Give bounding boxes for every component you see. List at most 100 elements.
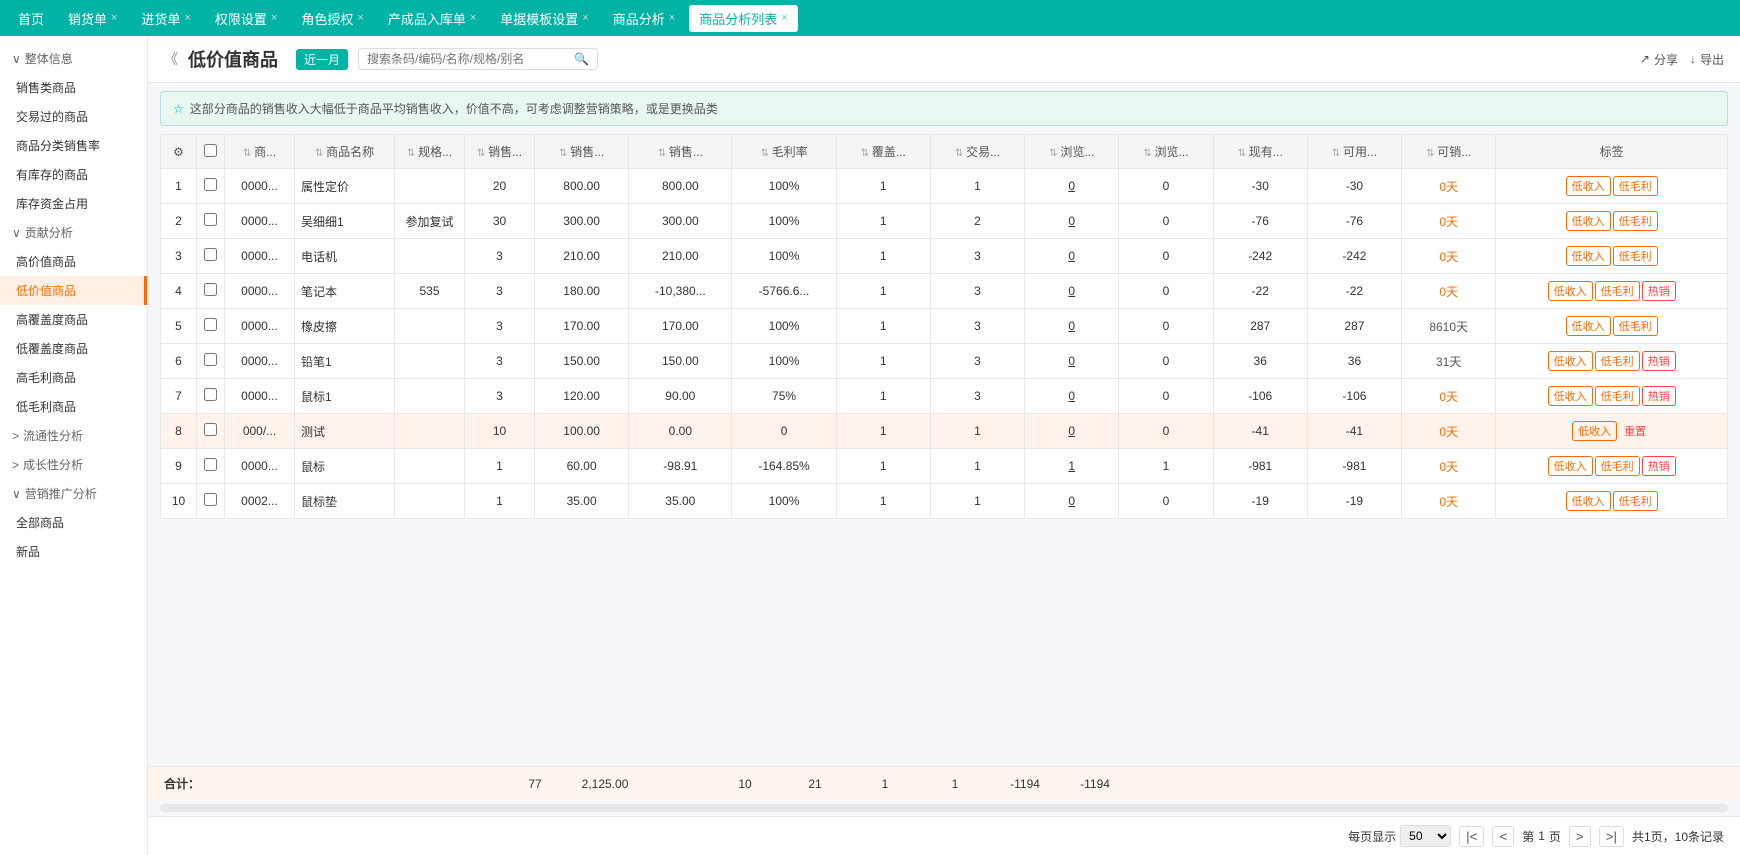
sidebar-item-stock-goods[interactable]: 有库存的商品	[0, 160, 147, 189]
row-checkbox[interactable]	[197, 379, 225, 414]
row-browse1[interactable]: 0	[1025, 379, 1119, 414]
nav-permission-close[interactable]: ×	[271, 12, 277, 24]
nav-home[interactable]: 首页	[8, 5, 54, 32]
nav-purchase[interactable]: 进货单 ×	[131, 5, 200, 32]
nav-goods-list-close[interactable]: ×	[781, 12, 787, 24]
row-browse1[interactable]: 0	[1025, 169, 1119, 204]
share-button[interactable]: ↗ 分享	[1640, 51, 1678, 68]
browse-link[interactable]: 0	[1068, 354, 1075, 368]
nav-sales[interactable]: 销货单 ×	[58, 5, 127, 32]
search-input[interactable]	[367, 52, 574, 66]
th-checkbox[interactable]	[197, 135, 225, 169]
row-checkbox[interactable]	[197, 274, 225, 309]
row-checkbox[interactable]	[197, 309, 225, 344]
browse-link[interactable]: 0	[1068, 249, 1075, 263]
nav-product-in[interactable]: 产成品入库单 ×	[378, 5, 486, 32]
row-checkbox[interactable]	[197, 449, 225, 484]
sidebar-item-sales-goods[interactable]: 销售类商品	[0, 73, 147, 102]
row-browse1[interactable]: 1	[1025, 449, 1119, 484]
sidebar-item-high-coverage[interactable]: 高覆盖度商品	[0, 305, 147, 334]
nav-sales-close[interactable]: ×	[111, 12, 117, 24]
time-badge[interactable]: 近一月	[296, 49, 348, 70]
row-browse1[interactable]: 0	[1025, 309, 1119, 344]
sidebar-item-category-rate[interactable]: 商品分类销售率	[0, 131, 147, 160]
row-margin: -164.85%	[732, 449, 836, 484]
row-browse1[interactable]: 0	[1025, 344, 1119, 379]
browse-link[interactable]: 0	[1068, 179, 1075, 193]
next-page-btn[interactable]: >	[1569, 826, 1591, 847]
row-select[interactable]	[204, 283, 217, 296]
row-sale1: 170.00	[535, 309, 629, 344]
sidebar-item-high-margin[interactable]: 高毛利商品	[0, 363, 147, 392]
row-browse1[interactable]: 0	[1025, 239, 1119, 274]
sidebar-item-traded-goods[interactable]: 交易过的商品	[0, 102, 147, 131]
sidebar-item-low-value[interactable]: 低价值商品	[0, 276, 147, 305]
browse-link[interactable]: 1	[1068, 459, 1075, 473]
nav-template[interactable]: 单据模板设置 ×	[490, 5, 598, 32]
prev-page-btn[interactable]: <	[1492, 826, 1514, 847]
last-page-btn[interactable]: >|	[1599, 826, 1624, 847]
row-browse1[interactable]: 0	[1025, 274, 1119, 309]
sidebar-group-overall[interactable]: ∨ 整体信息	[0, 44, 147, 73]
row-checkbox[interactable]	[197, 414, 225, 449]
row-select[interactable]	[204, 353, 217, 366]
sidebar-group-marketing[interactable]: ∨ 营销推广分析	[0, 479, 147, 508]
browse-link[interactable]: 0	[1068, 389, 1075, 403]
row-select[interactable]	[204, 213, 217, 226]
nav-goods-list[interactable]: 商品分析列表 ×	[689, 5, 797, 32]
sidebar-item-stock-capital[interactable]: 库存资金占用	[0, 189, 147, 218]
row-select[interactable]	[204, 178, 217, 191]
row-browse1[interactable]: 0	[1025, 414, 1119, 449]
sidebar-group-contribution[interactable]: ∨ 贡献分析	[0, 218, 147, 247]
nav-role-close[interactable]: ×	[357, 12, 363, 24]
browse-link[interactable]: 0	[1068, 284, 1075, 298]
sidebar-item-high-value[interactable]: 高价值商品	[0, 247, 147, 276]
browse-link[interactable]: 0	[1068, 214, 1075, 228]
nav-product-in-close[interactable]: ×	[470, 12, 476, 24]
row-num: 8	[161, 414, 197, 449]
row-select[interactable]	[204, 318, 217, 331]
row-select[interactable]	[204, 458, 217, 471]
browse-link[interactable]: 0	[1068, 424, 1075, 438]
row-stock1: -41	[1213, 414, 1307, 449]
nav-template-close[interactable]: ×	[582, 12, 588, 24]
search-icon[interactable]: 🔍	[574, 52, 589, 66]
row-checkbox[interactable]	[197, 484, 225, 519]
nav-permission[interactable]: 权限设置 ×	[205, 5, 287, 32]
row-spec	[395, 379, 465, 414]
nav-purchase-close[interactable]: ×	[184, 12, 190, 24]
sidebar-item-low-coverage[interactable]: 低覆盖度商品	[0, 334, 147, 363]
row-select[interactable]	[204, 423, 217, 436]
browse-link[interactable]: 0	[1068, 494, 1075, 508]
sidebar-group-flow[interactable]: > 流通性分析	[0, 421, 147, 450]
row-sale1: 150.00	[535, 344, 629, 379]
row-browse1[interactable]: 0	[1025, 484, 1119, 519]
per-page-select[interactable]: 50 100 200	[1400, 825, 1451, 847]
row-cover: 1	[836, 449, 930, 484]
row-select[interactable]	[204, 248, 217, 261]
nav-goods-analysis-close[interactable]: ×	[669, 12, 675, 24]
row-num: 6	[161, 344, 197, 379]
pagination: 每页显示 50 100 200 |< < 第 1 页 > >| 共1页，10条记…	[148, 816, 1740, 855]
first-page-btn[interactable]: |<	[1459, 826, 1484, 847]
nav-goods-analysis[interactable]: 商品分析 ×	[603, 5, 685, 32]
row-checkbox[interactable]	[197, 204, 225, 239]
sidebar-item-low-margin[interactable]: 低毛利商品	[0, 392, 147, 421]
sidebar-item-new-goods[interactable]: 新品	[0, 537, 147, 566]
nav-role[interactable]: 角色授权 ×	[291, 5, 373, 32]
browse-link[interactable]: 0	[1068, 319, 1075, 333]
sidebar-group-growth[interactable]: > 成长性分析	[0, 450, 147, 479]
row-select[interactable]	[204, 388, 217, 401]
collapse-sidebar-btn[interactable]: 《	[164, 49, 178, 69]
settings-icon[interactable]: ⚙	[173, 145, 184, 159]
horizontal-scrollbar[interactable]	[160, 804, 1728, 812]
row-checkbox[interactable]	[197, 344, 225, 379]
sidebar-item-all-goods[interactable]: 全部商品	[0, 508, 147, 537]
row-checkbox[interactable]	[197, 169, 225, 204]
row-checkbox[interactable]	[197, 239, 225, 274]
row-browse1[interactable]: 0	[1025, 204, 1119, 239]
row-select[interactable]	[204, 493, 217, 506]
select-all-checkbox[interactable]	[204, 144, 217, 157]
export-button[interactable]: ↓ 导出	[1690, 51, 1724, 68]
th-settings[interactable]: ⚙	[161, 135, 197, 169]
